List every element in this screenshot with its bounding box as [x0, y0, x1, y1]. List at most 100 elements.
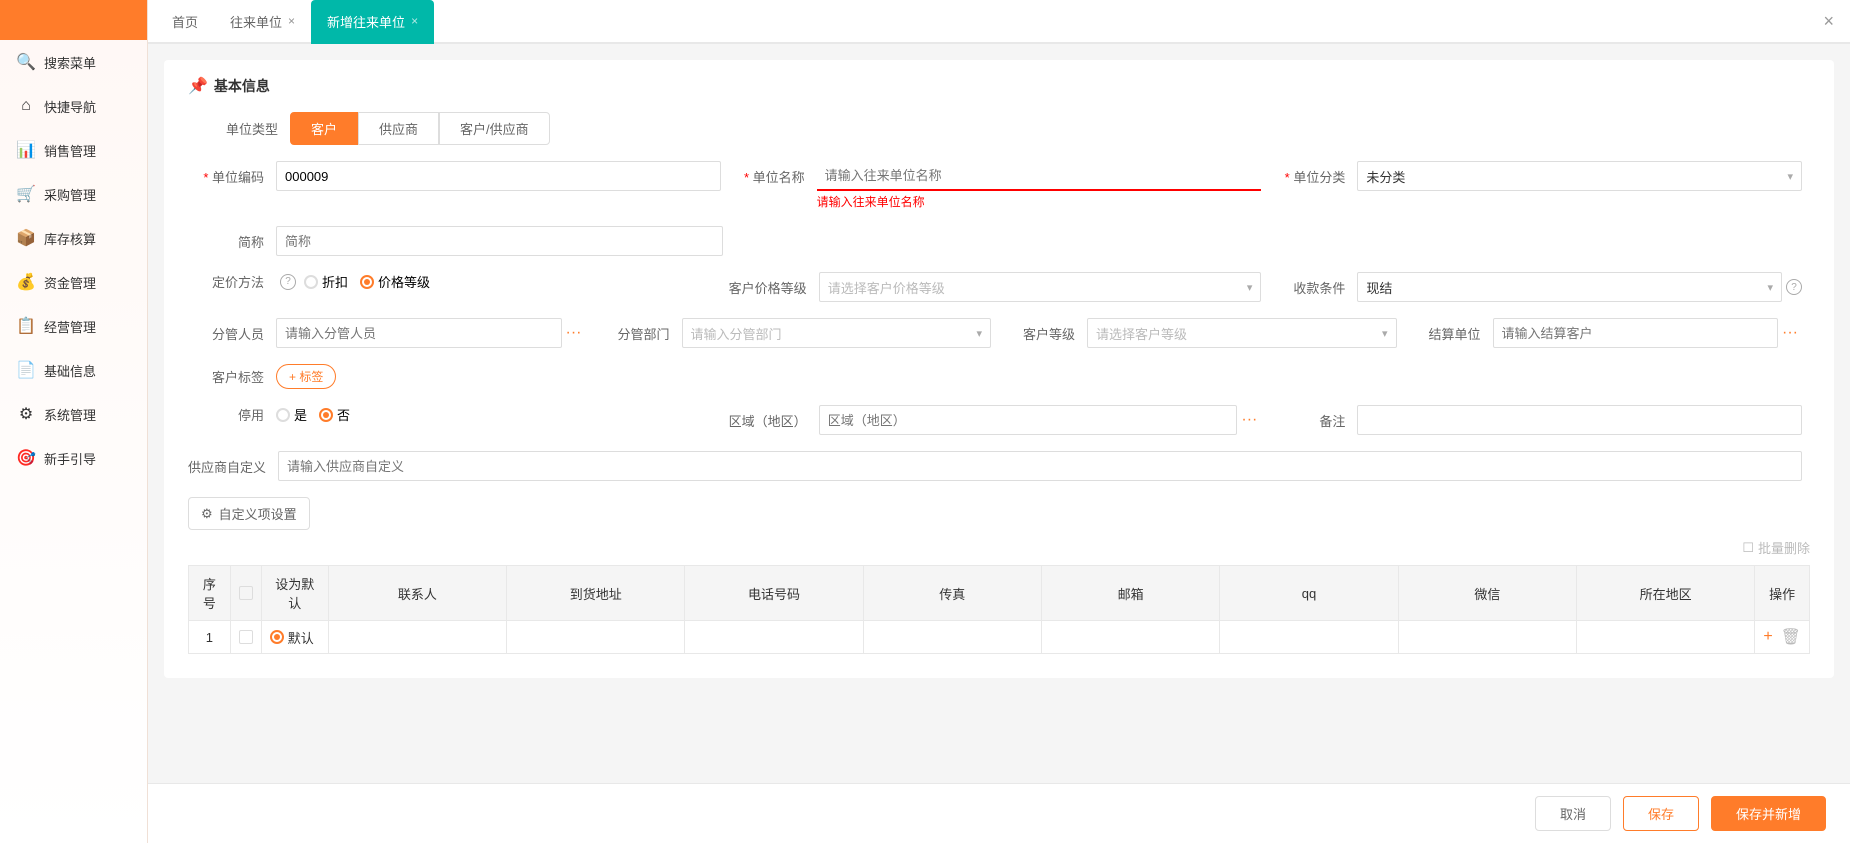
inventory-icon: 📦	[16, 228, 36, 248]
sidebar-item-sales[interactable]: 📊 销售管理	[0, 128, 147, 172]
tab-partners-close[interactable]: ×	[288, 14, 295, 28]
radio-yes[interactable]: 是	[276, 405, 307, 424]
customer-price-level-select[interactable]: 请选择客户价格等级 ▾	[819, 272, 1262, 302]
payment-terms-help-icon[interactable]: ?	[1786, 279, 1802, 295]
sidebar-item-inventory[interactable]: 📦 库存核算	[0, 216, 147, 260]
email-input[interactable]	[1050, 630, 1211, 645]
custom-settings-button[interactable]: ⚙ 自定义项设置	[188, 497, 310, 530]
sidebar-item-quick-nav[interactable]: ⌂ 快捷导航	[0, 84, 147, 128]
radio-no[interactable]: 否	[319, 405, 350, 424]
unit-name-input[interactable]	[817, 161, 1262, 191]
unit-code-input[interactable]	[276, 161, 721, 191]
cell-qq[interactable]	[1220, 621, 1398, 654]
row-default-radio[interactable]: 默认	[270, 628, 320, 647]
content-area: 📌 基本信息 单位类型 客户 供应商 客户/供应商 单位编码 单位名称	[148, 44, 1850, 783]
pricing-help-icon[interactable]: ?	[280, 274, 296, 290]
sidebar-item-search[interactable]: 🔍 搜索菜单	[0, 40, 147, 84]
disabled-label: 停用	[188, 405, 268, 424]
save-new-button[interactable]: 保存并新增	[1711, 796, 1826, 831]
field-settlement-unit: 结算单位 ···	[1405, 318, 1803, 348]
home-icon: ⌂	[16, 96, 36, 116]
tab-bar: 首页 往来单位 × 新增往来单位 × ×	[148, 0, 1850, 44]
customer-level-select[interactable]: 请选择客户等级 ▾	[1087, 318, 1397, 348]
contact-input[interactable]	[337, 630, 498, 645]
supplier-custom-input[interactable]	[278, 451, 1802, 481]
customer-price-level-placeholder: 请选择客户价格等级	[828, 278, 1247, 297]
gear-icon: ⚙	[201, 506, 213, 522]
btn-both[interactable]: 客户/供应商	[439, 112, 550, 145]
manager-ellipsis[interactable]: ···	[562, 324, 586, 342]
sidebar-item-label: 新手引导	[44, 449, 96, 468]
payment-terms-select[interactable]: 现结 ▾	[1357, 272, 1782, 302]
tab-new-partner[interactable]: 新增往来单位 ×	[311, 0, 434, 44]
field-disabled: 停用 是 否	[188, 405, 721, 424]
department-select[interactable]: 请输入分管部门 ▾	[682, 318, 992, 348]
sidebar-item-system[interactable]: ⚙ 系统管理	[0, 392, 147, 436]
add-tag-button[interactable]: + 标签	[276, 364, 336, 389]
bottom-bar: 取消 保存 保存并新增	[148, 783, 1850, 843]
customer-level-label: 客户等级	[999, 324, 1079, 343]
radio-price-level[interactable]: 价格等级	[360, 272, 430, 291]
disabled-radio-group: 是 否	[276, 405, 350, 424]
short-name-input[interactable]	[276, 226, 723, 256]
cell-actions: + 🗑	[1755, 621, 1810, 654]
radio-discount-circle	[304, 275, 318, 289]
radio-discount-label: 折扣	[322, 272, 348, 291]
remark-input[interactable]	[1357, 405, 1802, 435]
field-customer-level: 客户等级 请选择客户等级 ▾	[999, 318, 1397, 348]
btn-customer[interactable]: 客户	[290, 112, 358, 145]
fax-input[interactable]	[872, 630, 1033, 645]
row-checkbox[interactable]	[239, 630, 253, 644]
qq-input[interactable]	[1228, 630, 1389, 645]
batch-delete-label[interactable]: 批量删除	[1758, 538, 1810, 557]
cell-email[interactable]	[1041, 621, 1219, 654]
field-pricing-method: 定价方法 ? 折扣 价格等级	[188, 272, 721, 291]
region-ellipsis[interactable]: ···	[1237, 411, 1261, 429]
phone-input[interactable]	[693, 630, 854, 645]
manager-label: 分管人员	[188, 324, 268, 343]
region-input[interactable]	[819, 405, 1238, 435]
tab-new-partner-close[interactable]: ×	[411, 14, 418, 28]
row-default-radio-circle	[270, 630, 284, 644]
section-title-text: 基本信息	[214, 76, 270, 96]
row-code-name-cat: 单位编码 单位名称 请输入往来单位名称 单位分类 未分类 ▾	[188, 161, 1810, 210]
field-unit-category: 单位分类 未分类 ▾	[1269, 161, 1802, 191]
sidebar-item-operations[interactable]: 📋 经营管理	[0, 304, 147, 348]
sidebar-item-basic-info[interactable]: 📄 基础信息	[0, 348, 147, 392]
sidebar-item-guide[interactable]: 🎯 新手引导	[0, 436, 147, 480]
tab-partners[interactable]: 往来单位 ×	[214, 0, 311, 44]
cell-contact[interactable]	[328, 621, 506, 654]
cell-wechat[interactable]	[1398, 621, 1576, 654]
settlement-unit-input[interactable]	[1493, 318, 1779, 348]
col-address: 到货地址	[507, 566, 685, 621]
sales-icon: 📊	[16, 140, 36, 160]
btn-supplier[interactable]: 供应商	[358, 112, 439, 145]
cell-fax[interactable]	[863, 621, 1041, 654]
wechat-input[interactable]	[1407, 630, 1568, 645]
tab-home[interactable]: 首页	[156, 0, 214, 44]
col-actions: 操作	[1755, 566, 1810, 621]
cell-address[interactable]	[507, 621, 685, 654]
manager-input[interactable]	[276, 318, 562, 348]
sidebar-item-label: 系统管理	[44, 405, 96, 424]
col-phone: 电话号码	[685, 566, 863, 621]
field-unit-code: 单位编码	[188, 161, 721, 191]
select-all-checkbox[interactable]	[239, 586, 253, 600]
sidebar-item-finance[interactable]: 💰 资金管理	[0, 260, 147, 304]
save-button[interactable]: 保存	[1623, 796, 1699, 831]
chevron-down-icon: ▾	[1382, 327, 1388, 340]
cell-region[interactable]	[1576, 621, 1754, 654]
unit-category-select[interactable]: 未分类 ▾	[1357, 161, 1802, 191]
radio-discount[interactable]: 折扣	[304, 272, 348, 291]
row-add-icon[interactable]: +	[1763, 628, 1772, 646]
operations-icon: 📋	[16, 316, 36, 336]
region-cell-input[interactable]	[1585, 630, 1746, 645]
settlement-unit-ellipsis[interactable]: ···	[1778, 324, 1802, 342]
close-all-tabs[interactable]: ×	[1815, 11, 1842, 32]
cell-phone[interactable]	[685, 621, 863, 654]
cancel-button[interactable]: 取消	[1535, 796, 1611, 831]
sidebar-item-purchase[interactable]: 🛒 采购管理	[0, 172, 147, 216]
address-input[interactable]	[515, 630, 676, 645]
basic-info-icon: 📄	[16, 360, 36, 380]
row-delete-icon[interactable]: 🗑	[1781, 627, 1801, 647]
